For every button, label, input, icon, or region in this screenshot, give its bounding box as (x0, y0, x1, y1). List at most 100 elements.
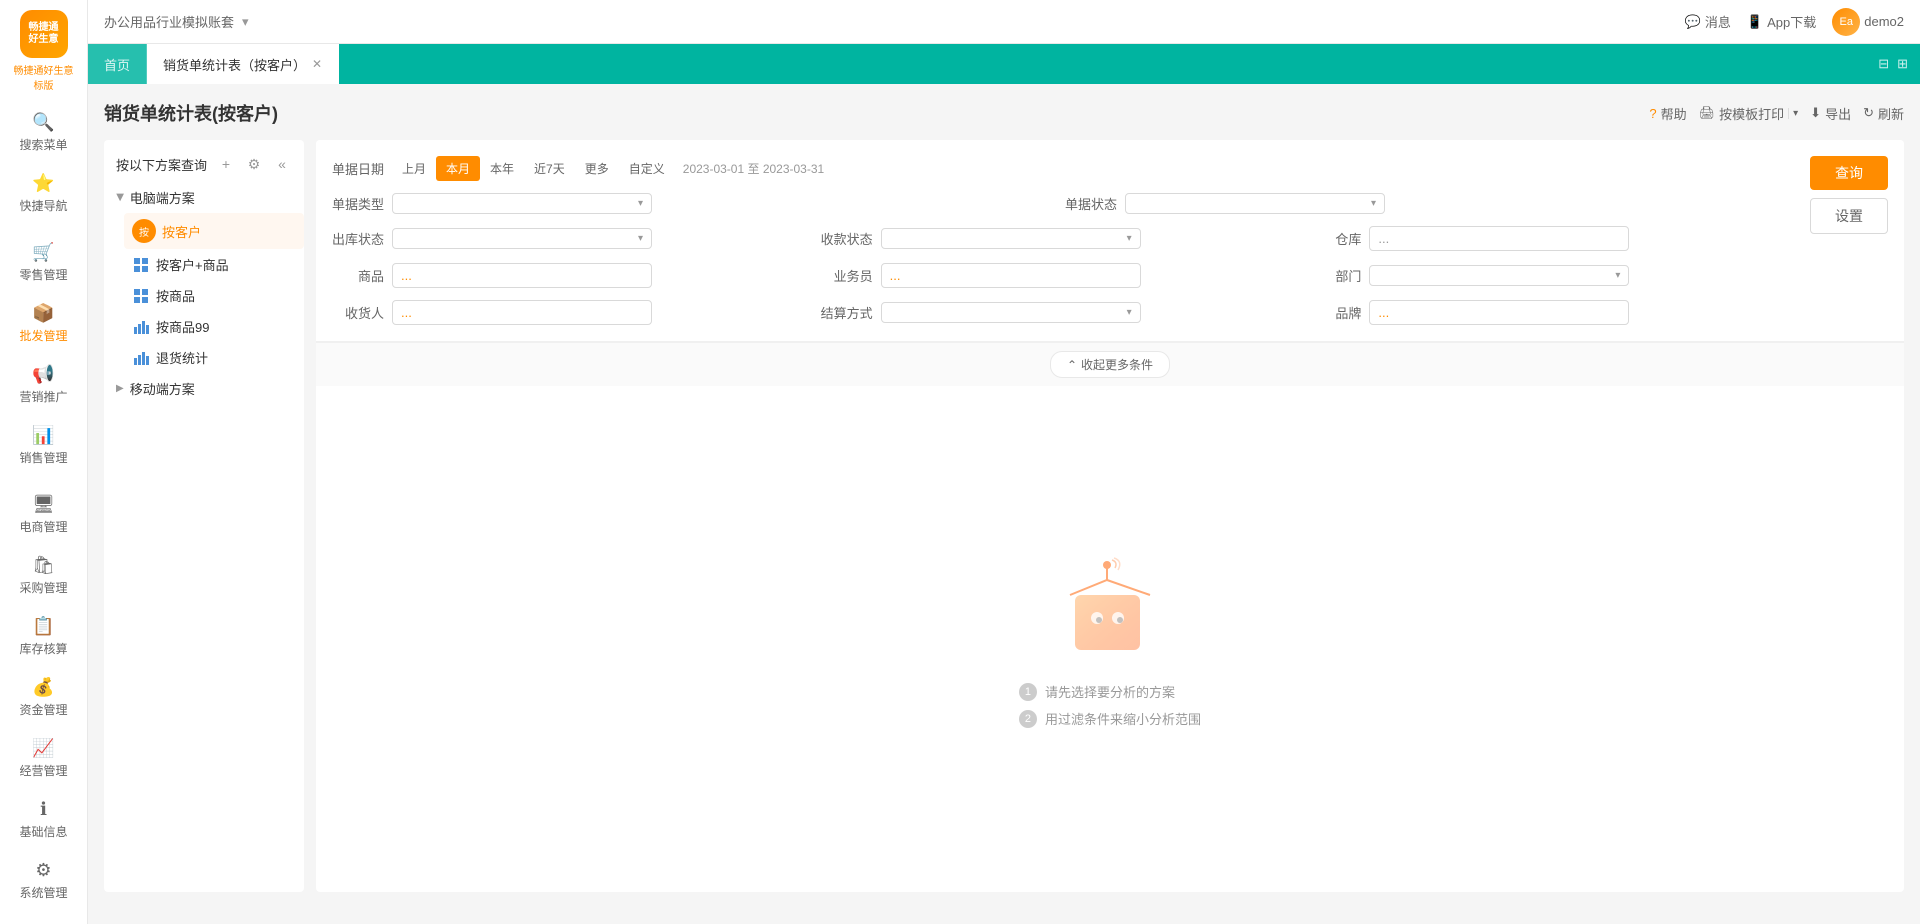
payment-status-select[interactable]: ▾ (881, 228, 1141, 249)
date-btn-custom[interactable]: 自定义 (619, 156, 675, 181)
sidebar-item-finance[interactable]: 💰 资金管理 (0, 667, 87, 728)
date-btn-last-month[interactable]: 上月 (392, 156, 436, 181)
return-stat-icon (132, 349, 150, 367)
tree-leaf-by-product[interactable]: 按商品 (124, 280, 304, 311)
tab-minimize-icon[interactable]: ⊟ (1878, 56, 1889, 72)
tree-desktop-label: 电脑端方案 (130, 188, 195, 207)
sidebar-label-quick-nav: 快捷导航 (19, 197, 67, 214)
sidebar-item-system[interactable]: ⚙ 系统管理 (0, 850, 87, 911)
warehouse-ellipsis: ... (1378, 231, 1620, 246)
sidebar-item-inventory[interactable]: 📋 库存核算 (0, 606, 87, 667)
query-btn-group: 查询 设置 (1810, 156, 1888, 234)
product-ellipsis: ... (401, 268, 643, 283)
tab-home-label: 首页 (104, 55, 130, 74)
tree-leaf-customer-product[interactable]: 按客户+商品 (124, 249, 304, 280)
tab-maximize-icon[interactable]: ⊞ (1897, 56, 1908, 72)
logo-subtitle: 畅捷通好生意 标版 (14, 62, 74, 92)
sidebar: 畅捷通好生意 畅捷通好生意 标版 🔍 搜索菜单 ⭐ 快捷导航 🛒 零售管理 📦 … (0, 0, 88, 924)
sidebar-item-operation[interactable]: 📈 经营管理 (0, 728, 87, 789)
help-icon: ? (1649, 106, 1656, 121)
warehouse-select[interactable]: ... (1369, 226, 1629, 251)
sidebar-item-wholesale[interactable]: 📦 批发管理 (0, 293, 87, 354)
tip-num-2: 2 (1019, 710, 1037, 728)
print-main[interactable]: 🖨 按模板打印 (1699, 104, 1789, 123)
collapse-bar: ⌃ 收起更多条件 (316, 342, 1904, 386)
empty-tip-2-text: 用过滤条件来缩小分析范围 (1045, 709, 1201, 728)
dept-select[interactable]: ▾ (1369, 265, 1629, 286)
date-btn-this-year[interactable]: 本年 (480, 156, 524, 181)
order-type-select[interactable]: ▾ (392, 193, 652, 214)
brand-select[interactable]: ... (1369, 300, 1629, 325)
left-panel-title: 按以下方案查询 (116, 155, 207, 174)
order-status-select[interactable]: ▾ (1125, 193, 1385, 214)
receiver-select[interactable]: ... (392, 300, 652, 325)
sidebar-label-wholesale: 批发管理 (19, 327, 67, 344)
filter-area: 单据日期 上月 本月 本年 近7天 更多 自定义 (316, 140, 1904, 342)
main-content: 办公用品行业模拟账套 ▾ 💬 消息 📱 App下载 Ea demo2 首页 (88, 0, 1920, 924)
header-left: 办公用品行业模拟账套 ▾ (104, 12, 249, 31)
tree-leaf-by-customer[interactable]: 按 按客户 (124, 213, 304, 249)
sidebar-item-search[interactable]: 🔍 搜索菜单 (0, 102, 87, 163)
tree-leaf-return-stat[interactable]: 退货统计 (124, 342, 304, 373)
refresh-button[interactable]: ↻ 刷新 (1863, 104, 1904, 123)
sidebar-item-purchase[interactable]: 🛍 采购管理 (0, 545, 87, 606)
app-download-label: App下载 (1767, 12, 1816, 31)
date-btn-7days[interactable]: 近7天 (524, 156, 575, 181)
sidebar-item-ecommerce[interactable]: 🖥 电商管理 (0, 484, 87, 545)
dept-label: 部门 (1309, 266, 1369, 285)
tree-parent-mobile[interactable]: ▶ 移动端方案 (104, 373, 304, 404)
tree-arrow-desktop: ▶ (114, 194, 125, 202)
user-profile-button[interactable]: Ea demo2 (1832, 8, 1904, 36)
tab-sales-stat[interactable]: 销货单统计表（按客户） ✕ (147, 44, 339, 84)
settlement-select[interactable]: ▾ (881, 302, 1141, 323)
settings-button[interactable]: 设置 (1810, 198, 1888, 234)
print-button[interactable]: 🖨 按模板打印 ▾ (1699, 104, 1799, 123)
active-badge: 按 (132, 219, 156, 243)
tree-parent-desktop[interactable]: ▶ 电脑端方案 (104, 182, 304, 213)
system-icon: ⚙ (35, 860, 51, 881)
sidebar-item-quick-nav[interactable]: ⭐ 快捷导航 (0, 163, 87, 224)
wholesale-icon: 📦 (32, 303, 54, 324)
two-panel: 按以下方案查询 + ⚙ « ▶ 电脑端方案 (104, 140, 1904, 892)
purchase-icon: 🛍 (32, 555, 55, 576)
sidebar-item-retail[interactable]: 🛒 零售管理 (0, 232, 87, 293)
order-status-label: 单据状态 (1065, 194, 1125, 213)
collapse-panel-icon[interactable]: « (272, 154, 292, 174)
tab-close-icon[interactable]: ✕ (312, 57, 322, 71)
tab-home[interactable]: 首页 (88, 44, 147, 84)
date-control: 上月 本月 本年 近7天 更多 自定义 2023-03-01 至 2023-03… (392, 156, 1786, 181)
product-select[interactable]: ... (392, 263, 652, 288)
sidebar-item-enterprise[interactable]: 🤝 企业协同 (0, 919, 87, 924)
refresh-icon: ↻ (1863, 105, 1874, 121)
sidebar-item-sales-mgmt[interactable]: 📊 销售管理 (0, 415, 87, 476)
collapse-button[interactable]: ⌃ 收起更多条件 (1050, 351, 1170, 378)
help-button[interactable]: ? 帮助 (1649, 104, 1686, 123)
query-button[interactable]: 查询 (1810, 156, 1888, 190)
staff-label: 业务员 (821, 266, 881, 285)
date-btn-this-month[interactable]: 本月 (436, 156, 480, 181)
scheme-settings-icon[interactable]: ⚙ (244, 154, 264, 174)
order-type-label: 单据类型 (332, 194, 392, 213)
app-logo[interactable]: 畅捷通好生意 畅捷通好生意 标版 (0, 0, 87, 102)
app-download-button[interactable]: 📱 App下载 (1747, 12, 1816, 31)
export-button[interactable]: ⬇ 导出 (1810, 104, 1851, 123)
dropdown-arrow-icon[interactable]: ▾ (242, 14, 249, 30)
sidebar-item-marketing[interactable]: 📢 营销推广 (0, 354, 87, 415)
order-status-arrow-icon: ▾ (1371, 198, 1376, 209)
date-btn-more[interactable]: 更多 (575, 156, 619, 181)
tree-leaf-label-customer: 按客户 (162, 222, 201, 241)
sidebar-item-basic[interactable]: ℹ 基础信息 (0, 789, 87, 850)
left-panel: 按以下方案查询 + ⚙ « ▶ 电脑端方案 (104, 140, 304, 892)
settlement-arrow-icon: ▾ (1127, 307, 1132, 318)
by-product-99-icon (132, 318, 150, 336)
dept-arrow-icon: ▾ (1615, 270, 1620, 281)
staff-select[interactable]: ... (881, 263, 1141, 288)
message-button[interactable]: 💬 消息 (1685, 12, 1731, 31)
out-status-select[interactable]: ▾ (392, 228, 652, 249)
tree-leaf-by-product-99[interactable]: 按商品99 (124, 311, 304, 342)
tree-leaf-label-by-product: 按商品 (156, 286, 195, 305)
print-arrow-icon[interactable]: ▾ (1788, 108, 1798, 119)
marketing-icon: 📢 (32, 364, 54, 385)
add-scheme-button[interactable]: + (216, 154, 236, 174)
sidebar-label-marketing: 营销推广 (19, 388, 67, 405)
